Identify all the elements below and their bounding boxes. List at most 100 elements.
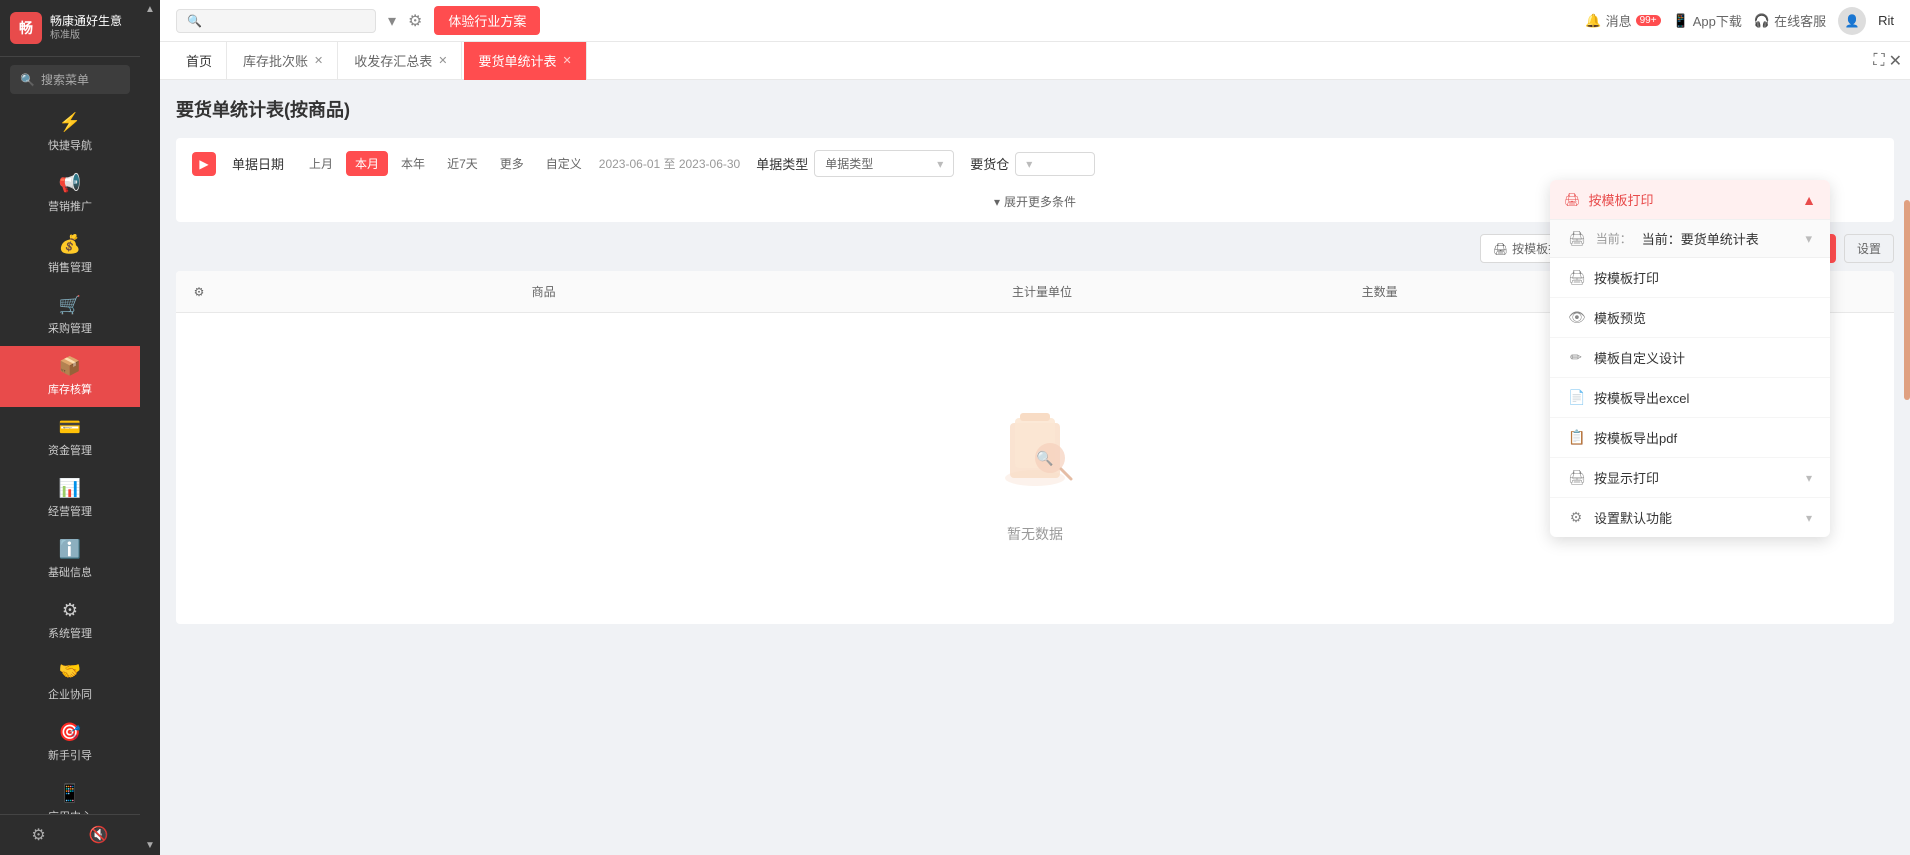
sidebar-footer: ⚙ 🔇 <box>0 814 140 855</box>
dropdown-header-left: 🖨 按模板打印 <box>1564 190 1654 209</box>
cargo-filter: 要货仓 ▾ <box>970 152 1095 176</box>
download-icon: 📱 <box>1673 13 1689 29</box>
dropdown-collapse-icon: ▲ <box>1802 192 1816 208</box>
dropdown-item-display-print[interactable]: 🖨 按显示打印 ▾ <box>1550 458 1830 498</box>
quick-nav-icon: ⚡ <box>59 112 81 133</box>
app-center-icon: 📱 <box>59 783 81 804</box>
page-content: 要货单统计表(按商品) ▶ 单据日期 上月 本月 本年 近7天 更多 自定义 2… <box>160 80 1910 855</box>
app-logo-icon: 畅 <box>10 12 42 44</box>
svg-text:🔍: 🔍 <box>1036 449 1053 467</box>
topbar-actions: 🔔 消息 99+ 📱 App下载 🎧 在线客服 👤 Rit <box>1585 7 1894 35</box>
tab-order-stats-close[interactable]: ✕ <box>563 54 572 67</box>
operations-icon: 📊 <box>59 478 81 499</box>
dropdown-item-template-print[interactable]: 🖨 按模板打印 <box>1550 258 1830 298</box>
custom-date-button[interactable]: 自定义 <box>537 151 591 176</box>
tabs-controls: ⛶ ✕ <box>1865 51 1910 71</box>
search-menu-button[interactable]: 🔍 搜索菜单 <box>10 65 130 94</box>
th-product: 商品 <box>214 283 873 300</box>
sidebar-item-inventory[interactable]: 📦 库存核算 <box>0 346 140 407</box>
sidebar-item-enterprise[interactable]: 🤝 企业协同 <box>0 651 140 712</box>
filter-toggle-button[interactable]: ▶ <box>192 152 216 176</box>
tab-inventory-batch-close[interactable]: ✕ <box>314 54 323 67</box>
sidebar-item-guide[interactable]: 🎯 新手引导 <box>0 712 140 773</box>
sound-footer-button[interactable]: 🔇 <box>89 825 109 845</box>
order-type-select[interactable]: 单据类型 ▾ <box>814 150 954 177</box>
scroll-up-button[interactable]: ▲ <box>145 4 155 15</box>
th-settings[interactable]: ⚙ <box>184 285 214 299</box>
sidebar-item-purchase[interactable]: 🛒 采购管理 <box>0 285 140 346</box>
industry-solution-button[interactable]: 体验行业方案 <box>434 6 540 35</box>
expand-icon: ▾ <box>994 195 1000 209</box>
tab-home[interactable]: 首页 <box>172 42 227 80</box>
tabs-maximize-button[interactable]: ⛶ <box>1873 52 1884 70</box>
guide-icon: 🎯 <box>59 722 81 743</box>
tab-inventory-batch[interactable]: 库存批次账 ✕ <box>229 42 338 80</box>
dropdown-item-template-preview[interactable]: 👁 模板预览 <box>1550 298 1830 338</box>
order-type-chevron-icon: ▾ <box>937 157 943 171</box>
tab-receivable-summary[interactable]: 收发存汇总表 ✕ <box>340 42 462 80</box>
user-avatar[interactable]: 👤 <box>1838 7 1866 35</box>
app-download-button[interactable]: 📱 App下载 <box>1673 11 1742 30</box>
settings-footer-icon: ⚙ <box>31 827 45 844</box>
sidebar-item-finance[interactable]: 💳 资金管理 <box>0 407 140 468</box>
dropdown-current-item[interactable]: 🖨 当前： 当前：要货单统计表 ▾ <box>1550 220 1830 258</box>
dropdown-current-chevron-icon: ▾ <box>1805 231 1812 247</box>
system-icon: ⚙ <box>62 600 78 621</box>
scroll-down-button[interactable]: ▼ <box>145 840 155 851</box>
current-year-button[interactable]: 本年 <box>392 151 434 176</box>
tabs-close-all-button[interactable]: ✕ <box>1889 51 1902 71</box>
sidebar-item-basic-info[interactable]: ℹ️ 基础信息 <box>0 529 140 590</box>
topbar-search-icon: 🔍 <box>187 14 202 28</box>
tabs-bar: 首页 库存批次账 ✕ 收发存汇总表 ✕ 要货单统计表 ✕ ⛶ ✕ <box>160 42 1910 80</box>
dropdown-item-export-pdf[interactable]: 📋 按模板导出pdf <box>1550 418 1830 458</box>
sales-icon: 💰 <box>59 234 81 255</box>
last-7-days-button[interactable]: 近7天 <box>438 151 487 176</box>
sidebar-nav: ⚡ 快捷导航 📢 营销推广 💰 销售管理 🛒 采购管理 📦 库存核算 💳 资金管… <box>0 102 140 814</box>
template-preview-icon: 👁 <box>1568 309 1584 326</box>
dropdown-print-icon: 🖨 <box>1564 192 1581 208</box>
dropdown-item-export-excel[interactable]: 📄 按模板导出excel <box>1550 378 1830 418</box>
sidebar-item-system[interactable]: ⚙ 系统管理 <box>0 590 140 651</box>
current-month-button[interactable]: 本月 <box>346 151 388 176</box>
template-design-icon: ✏ <box>1568 349 1584 366</box>
more-date-button[interactable]: 更多 <box>491 151 533 176</box>
empty-illustration: 🔍 <box>985 393 1085 512</box>
tab-receivable-summary-close[interactable]: ✕ <box>438 54 447 67</box>
dropdown-current-icon: 🖨 <box>1568 230 1586 247</box>
service-icon: 🎧 <box>1754 13 1770 29</box>
settings-footer-button[interactable]: ⚙ <box>31 825 45 845</box>
cargo-label: 要货仓 <box>970 154 1009 173</box>
tab-order-stats[interactable]: 要货单统计表 ✕ <box>464 42 586 80</box>
basic-info-icon: ℹ️ <box>59 539 81 560</box>
sidebar-search-area: 🔍 搜索菜单 <box>0 57 140 102</box>
cargo-select[interactable]: ▾ <box>1015 152 1095 176</box>
prev-month-button[interactable]: 上月 <box>300 151 342 176</box>
sidebar-item-operations[interactable]: 📊 经营管理 <box>0 468 140 529</box>
sidebar-item-app-center[interactable]: 📱 应用中心 <box>0 773 140 814</box>
set-default-arrow-icon: ▾ <box>1806 511 1812 525</box>
empty-text: 暂无数据 <box>1007 524 1063 544</box>
inventory-icon: 📦 <box>59 356 81 377</box>
dropdown-header[interactable]: 🖨 按模板打印 ▲ <box>1550 180 1830 220</box>
set-default-icon: ⚙ <box>1568 509 1584 526</box>
app-logo-text: 畅康通好生意 标准版 <box>50 13 122 44</box>
dropdown-item-set-default[interactable]: ⚙ 设置默认功能 ▾ <box>1550 498 1830 537</box>
gear-icon-btn[interactable]: ⚙ <box>408 11 422 31</box>
dropdown-arrow-icon[interactable]: ▾ <box>388 11 396 31</box>
dropdown-item-template-design[interactable]: ✏ 模板自定义设计 <box>1550 338 1830 378</box>
username-label: Rit <box>1878 13 1894 28</box>
sidebar-item-sales[interactable]: 💰 销售管理 <box>0 224 140 285</box>
date-range-display: 2023-06-01 至 2023-06-30 <box>599 155 740 172</box>
sidebar-scroll-bar: ▲ ▼ <box>140 0 160 855</box>
order-type-filter: 单据类型 单据类型 ▾ <box>756 150 954 177</box>
notifications-button[interactable]: 🔔 消息 99+ <box>1585 11 1660 30</box>
sidebar-item-marketing[interactable]: 📢 营销推广 <box>0 163 140 224</box>
sidebar-logo: 畅 畅康通好生意 标准版 <box>0 0 140 57</box>
topbar: 🔍 ▾ ⚙ 体验行业方案 🔔 消息 99+ 📱 App下载 🎧 在线客服 👤 R… <box>160 0 1910 42</box>
resize-handle[interactable] <box>1904 200 1910 400</box>
order-type-label: 单据类型 <box>756 154 808 173</box>
settings-button[interactable]: 设置 <box>1844 234 1894 263</box>
main-content: 🔍 ▾ ⚙ 体验行业方案 🔔 消息 99+ 📱 App下载 🎧 在线客服 👤 R… <box>160 0 1910 855</box>
online-service-button[interactable]: 🎧 在线客服 <box>1754 11 1826 30</box>
sidebar-item-quick-nav[interactable]: ⚡ 快捷导航 <box>0 102 140 163</box>
